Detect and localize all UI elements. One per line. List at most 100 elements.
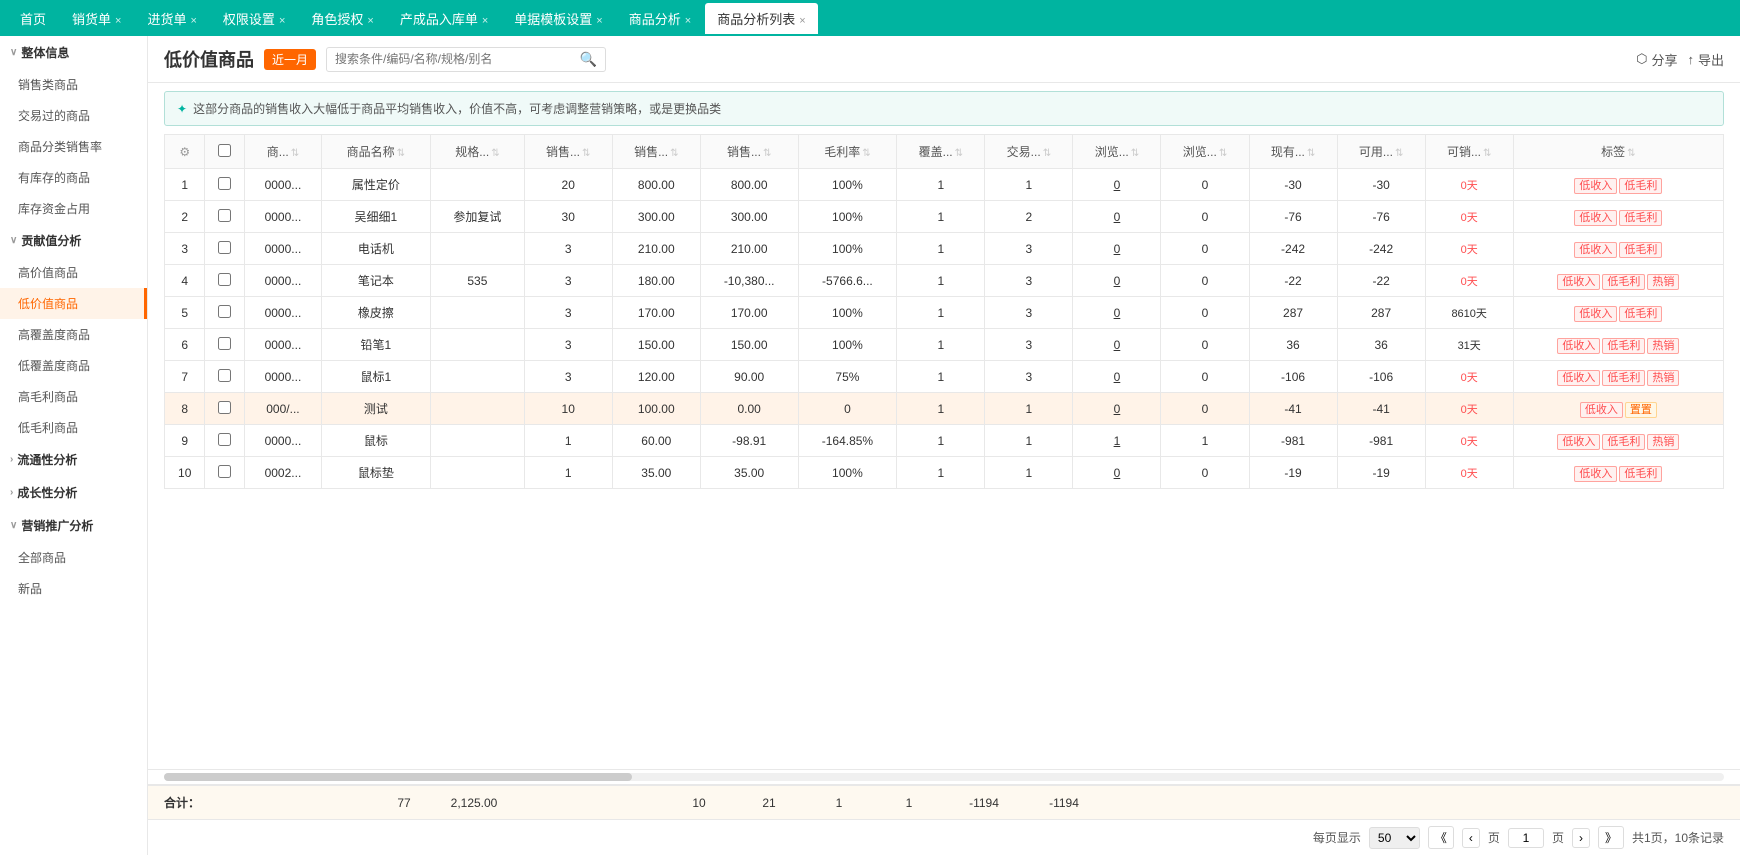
row-checkbox[interactable] <box>218 465 231 478</box>
footer-browse1: 1 <box>804 796 874 810</box>
th-margin: 毛利率⇅ <box>798 135 897 169</box>
browse1-link[interactable]: 1 <box>1114 434 1121 448</box>
nav-item-进货单[interactable]: 进货单× <box>135 3 208 34</box>
nav-item-商品分析列表[interactable]: 商品分析列表× <box>705 3 817 34</box>
row-checkbox[interactable] <box>218 305 231 318</box>
nav-item-权限设置[interactable]: 权限设置× <box>211 3 297 34</box>
nav-close-icon[interactable]: × <box>190 15 196 27</box>
nav-item-销货单[interactable]: 销货单× <box>60 3 133 34</box>
row-checkbox[interactable] <box>218 273 231 286</box>
share-btn[interactable]: ⬡ 分享 <box>1636 50 1677 69</box>
nav-close-icon[interactable]: × <box>367 15 373 27</box>
sidebar-item-有库存的商品[interactable]: 有库存的商品 <box>0 162 147 193</box>
cell-no: 9 <box>165 425 205 457</box>
last-page-btn[interactable]: 》 <box>1598 826 1624 849</box>
cell-browse2: 0 <box>1161 233 1249 265</box>
cell-browse1: 0 <box>1073 393 1161 425</box>
nav-close-icon[interactable]: × <box>685 15 691 27</box>
sidebar-item-高毛利商品[interactable]: 高毛利商品 <box>0 381 147 412</box>
sidebar-item-高覆盖度商品[interactable]: 高覆盖度商品 <box>0 319 147 350</box>
row-checkbox[interactable] <box>218 433 231 446</box>
sidebar-item-库存资金占用[interactable]: 库存资金占用 <box>0 193 147 224</box>
cell-sales-amt: 800.00 <box>612 169 700 201</box>
browse1-link[interactable]: 0 <box>1114 402 1121 416</box>
export-btn[interactable]: ↑ 导出 <box>1687 50 1724 69</box>
sidebar-item-新品[interactable]: 新品 <box>0 573 147 604</box>
browse1-link[interactable]: 0 <box>1114 242 1121 256</box>
browse1-link[interactable]: 0 <box>1114 210 1121 224</box>
nav-close-icon[interactable]: × <box>799 15 805 27</box>
th-spec: 规格...⇅ <box>431 135 525 169</box>
th-trade: 交易...⇅ <box>985 135 1073 169</box>
nav-close-icon[interactable]: × <box>115 15 121 27</box>
browse1-link[interactable]: 0 <box>1114 370 1121 384</box>
cell-name: 电话机 <box>321 233 431 265</box>
sidebar-group-流通性分析[interactable]: ›流通性分析 <box>0 443 147 476</box>
sidebar-group-营销推广分析[interactable]: ∨营销推广分析 <box>0 509 147 542</box>
tag-label: 低毛利 <box>1602 338 1645 354</box>
row-checkbox[interactable] <box>218 337 231 350</box>
sidebar-item-低价值商品[interactable]: 低价值商品 <box>0 288 147 319</box>
cell-browse1: 0 <box>1073 169 1161 201</box>
tag-label: 低收入 <box>1580 402 1623 418</box>
row-checkbox[interactable] <box>218 241 231 254</box>
nav-item-单据模板设置[interactable]: 单据模板设置× <box>502 3 614 34</box>
row-checkbox[interactable] <box>218 369 231 382</box>
table-row: 8000/...测试10100.000.0001100-41-410天低收入置置 <box>165 393 1724 425</box>
cell-browse1: 0 <box>1073 201 1161 233</box>
page-number-input[interactable] <box>1508 828 1544 848</box>
sidebar-item-交易过的商品[interactable]: 交易过的商品 <box>0 100 147 131</box>
row-checkbox[interactable] <box>218 209 231 222</box>
search-icon[interactable]: 🔍 <box>580 51 597 68</box>
cell-available: -106 <box>1337 361 1425 393</box>
gear-icon[interactable]: ⚙ <box>179 145 190 159</box>
nav-close-icon[interactable]: × <box>482 15 488 27</box>
table-row: 90000...鼠标160.00-98.91-164.85%1111-981-9… <box>165 425 1724 457</box>
row-checkbox[interactable] <box>218 401 231 414</box>
cell-trade: 1 <box>985 425 1073 457</box>
cell-margin: 0 <box>798 393 897 425</box>
cell-margin: 100% <box>798 457 897 489</box>
sidebar-group-整体信息[interactable]: ∨整体信息 <box>0 36 147 69</box>
nav-item-商品分析[interactable]: 商品分析× <box>617 3 703 34</box>
cell-sales-avg: 170.00 <box>700 297 798 329</box>
footer-margin <box>594 796 664 810</box>
row-checkbox[interactable] <box>218 177 231 190</box>
cell-browse1: 1 <box>1073 425 1161 457</box>
nav-close-icon[interactable]: × <box>596 15 602 27</box>
horizontal-scrollbar[interactable] <box>164 773 1724 781</box>
cell-no: 3 <box>165 233 205 265</box>
cell-no: 2 <box>165 201 205 233</box>
cell-spec: 参加复试 <box>431 201 525 233</box>
nav-item-产成品入库单[interactable]: 产成品入库单× <box>388 3 500 34</box>
cell-browse2: 0 <box>1161 393 1249 425</box>
next-page-btn[interactable]: › <box>1572 828 1590 848</box>
sidebar-group-成长性分析[interactable]: ›成长性分析 <box>0 476 147 509</box>
time-filter-btn[interactable]: 近一月 <box>264 49 316 70</box>
prev-page-btn[interactable]: ‹ <box>1462 828 1480 848</box>
select-all-checkbox[interactable] <box>218 144 231 157</box>
browse1-link[interactable]: 0 <box>1114 338 1121 352</box>
search-input[interactable] <box>335 52 580 66</box>
browse1-link[interactable]: 0 <box>1114 274 1121 288</box>
per-page-select[interactable]: 50 100 200 <box>1369 827 1420 849</box>
sidebar-item-商品分类销售率[interactable]: 商品分类销售率 <box>0 131 147 162</box>
first-page-btn[interactable]: 《 <box>1428 826 1454 849</box>
cell-margin: 100% <box>798 233 897 265</box>
cell-current: 287 <box>1249 297 1337 329</box>
nav-close-icon[interactable]: × <box>279 15 285 27</box>
sidebar-item-高价值商品[interactable]: 高价值商品 <box>0 257 147 288</box>
nav-item-首页[interactable]: 首页 <box>8 3 58 34</box>
browse1-link[interactable]: 0 <box>1114 466 1121 480</box>
sidebar-item-低毛利商品[interactable]: 低毛利商品 <box>0 412 147 443</box>
sidebar-group-贡献值分析[interactable]: ∨贡献值分析 <box>0 224 147 257</box>
cell-sales-qty: 30 <box>524 201 612 233</box>
tag-label: 低收入 <box>1557 370 1600 386</box>
browse1-link[interactable]: 0 <box>1114 306 1121 320</box>
sidebar-item-全部商品[interactable]: 全部商品 <box>0 542 147 573</box>
tag-label: 低毛利 <box>1602 274 1645 290</box>
sidebar-item-销售类商品[interactable]: 销售类商品 <box>0 69 147 100</box>
sidebar-item-低覆盖度商品[interactable]: 低覆盖度商品 <box>0 350 147 381</box>
browse1-link[interactable]: 0 <box>1114 178 1121 192</box>
nav-item-角色授权[interactable]: 角色授权× <box>299 3 385 34</box>
